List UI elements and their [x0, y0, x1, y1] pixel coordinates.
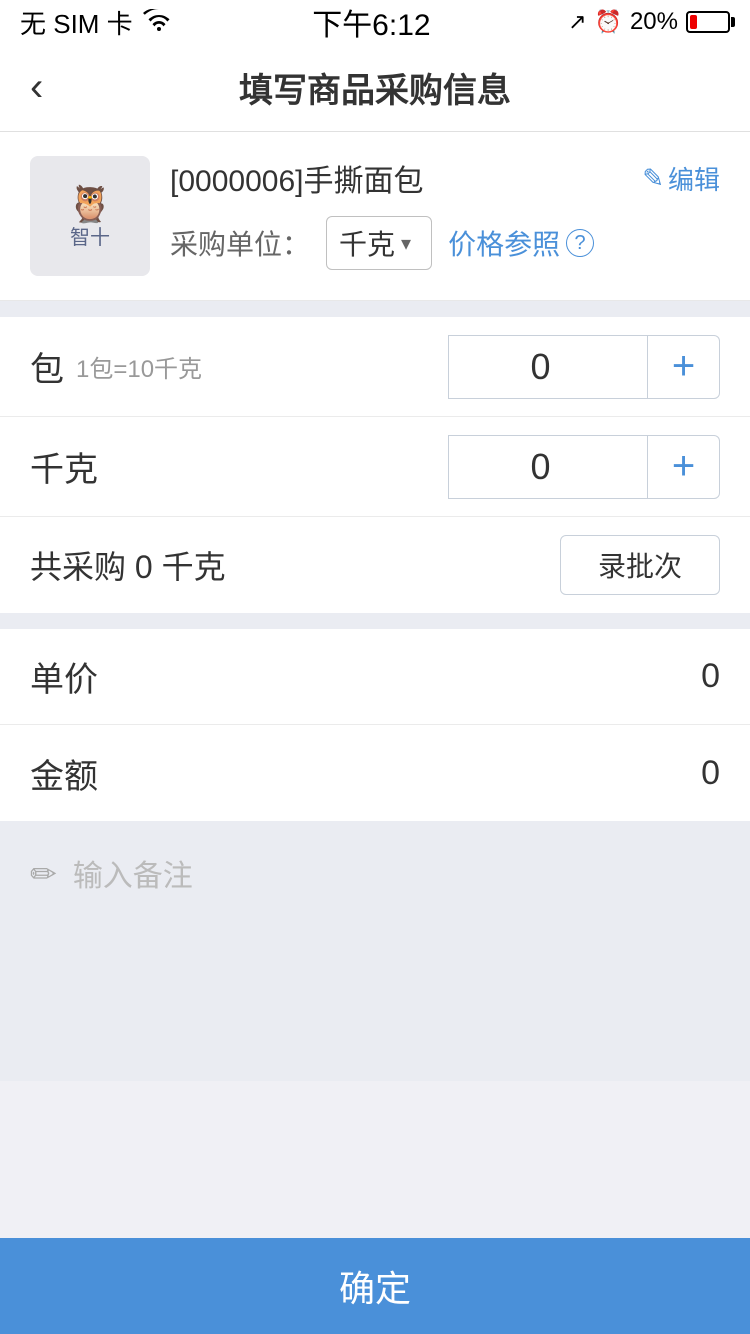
unit-select[interactable]: 千克 ▾ — [326, 216, 432, 270]
unit-value: 千克 — [339, 223, 395, 263]
alarm-icon: ⏰ — [595, 9, 622, 35]
content-spacer — [0, 981, 750, 1081]
confirm-button[interactable]: 确定 — [0, 1238, 750, 1334]
price-section: 单价 0 金额 0 — [0, 629, 750, 821]
total-row: 共采购 0 千克 录批次 — [0, 517, 750, 613]
bao-label-text: 包 — [30, 342, 64, 391]
quantity-section: 包 1包=10千克 + 千克 + — [0, 317, 750, 517]
bao-quantity-input[interactable] — [448, 335, 648, 399]
section-divider-2 — [0, 613, 750, 629]
product-info: [0000006]手撕面包 ✎ 编辑 采购单位： 千克 ▾ 价格参照 ? — [170, 156, 720, 270]
nav-bar: ‹ 填写商品采购信息 — [0, 44, 750, 132]
total-amount: 0 — [135, 549, 153, 585]
page-title: 填写商品采购信息 — [239, 63, 511, 112]
batch-button[interactable]: 录批次 — [560, 535, 720, 595]
status-left: 无 SIM 卡 — [20, 4, 175, 41]
price-ref-help-icon: ? — [566, 229, 594, 257]
remark-section[interactable]: ✏ 输入备注 — [0, 821, 750, 981]
wifi-icon — [143, 7, 175, 38]
kg-input-row: 千克 + — [0, 417, 750, 517]
total-unit: 千克 — [162, 549, 226, 585]
product-image: 🦉 智十 — [30, 156, 150, 276]
status-right: ↗ ⏰ 20% — [568, 8, 730, 36]
kg-label-text: 千克 — [30, 442, 98, 491]
pencil-icon: ✏ — [30, 855, 57, 893]
bao-label: 包 1包=10千克 — [30, 342, 202, 391]
bao-sublabel: 1包=10千克 — [76, 349, 202, 384]
battery-icon — [686, 11, 730, 33]
kg-plus-button[interactable]: + — [648, 435, 720, 499]
unit-label: 采购单位： — [170, 223, 310, 263]
product-logo-text: 智十 — [68, 226, 113, 250]
no-sim-text: 无 SIM 卡 — [20, 4, 133, 41]
unit-price-value: 0 — [701, 657, 720, 696]
total-label: 共采购 0 千克 — [30, 542, 226, 588]
edit-icon: ✎ — [642, 163, 664, 194]
total-prefix: 共采购 — [30, 549, 126, 585]
bao-plus-button[interactable]: + — [648, 335, 720, 399]
edit-button[interactable]: ✎ 编辑 — [642, 160, 720, 197]
product-header: [0000006]手撕面包 ✎ 编辑 — [170, 156, 720, 200]
bao-input-control: + — [448, 335, 720, 399]
unit-price-label: 单价 — [30, 652, 98, 701]
product-name: [0000006]手撕面包 — [170, 156, 423, 200]
bao-input-row: 包 1包=10千克 + — [0, 317, 750, 417]
location-icon: ↗ — [568, 9, 586, 35]
remark-placeholder: 输入备注 — [73, 851, 193, 895]
back-button[interactable]: ‹ — [30, 65, 43, 110]
kg-quantity-input[interactable] — [448, 435, 648, 499]
product-unit-row: 采购单位： 千克 ▾ 价格参照 ? — [170, 216, 720, 270]
price-ref-button[interactable]: 价格参照 ? — [448, 223, 594, 263]
product-logo-icon: 🦉 — [68, 182, 113, 225]
amount-value: 0 — [701, 754, 720, 793]
unit-price-row: 单价 0 — [0, 629, 750, 725]
time-display: 下午6:12 — [312, 0, 430, 44]
amount-label: 金额 — [30, 749, 98, 798]
amount-row: 金额 0 — [0, 725, 750, 821]
edit-label: 编辑 — [668, 160, 720, 197]
status-bar: 无 SIM 卡 下午6:12 ↗ ⏰ 20% — [0, 0, 750, 44]
kg-label: 千克 — [30, 442, 98, 491]
section-divider-1 — [0, 301, 750, 317]
product-card: 🦉 智十 [0000006]手撕面包 ✎ 编辑 采购单位： 千克 ▾ 价格参照 … — [0, 132, 750, 301]
dropdown-arrow-icon: ▾ — [401, 231, 411, 256]
kg-input-control: + — [448, 435, 720, 499]
price-ref-label: 价格参照 — [448, 223, 560, 263]
battery-percent: 20% — [630, 8, 678, 36]
